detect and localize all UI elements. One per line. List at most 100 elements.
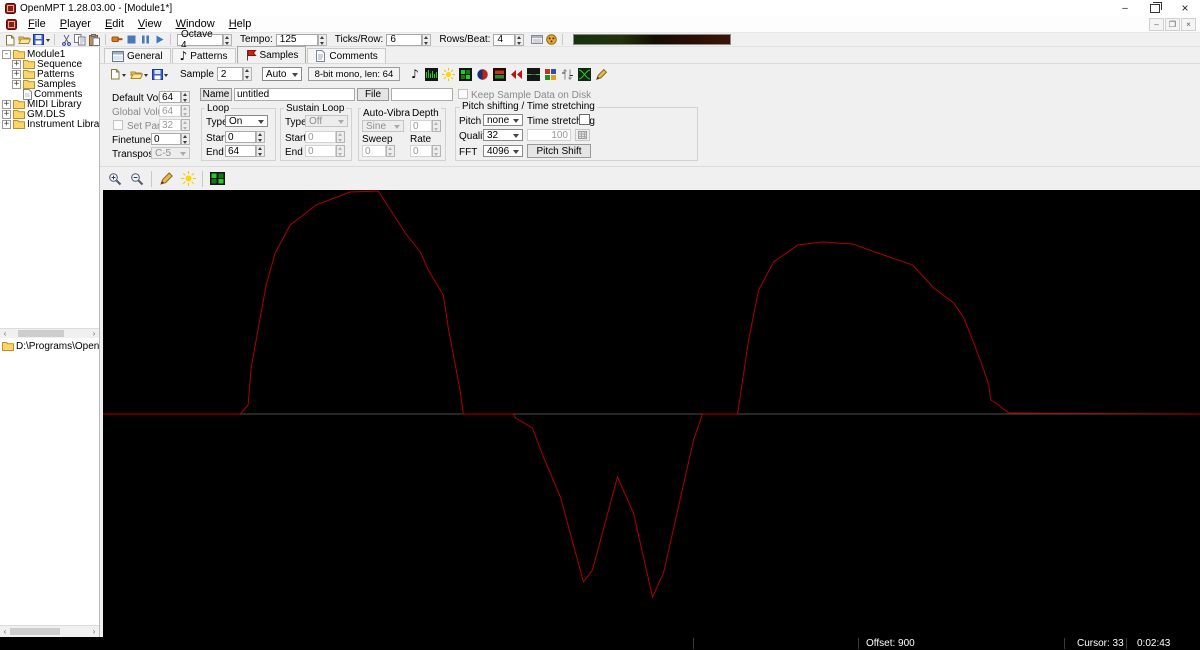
keyboard-window-button[interactable]	[530, 33, 544, 46]
tree-item-module1[interactable]: - Module1	[0, 49, 99, 60]
file-button[interactable]: File	[357, 88, 389, 101]
loop-type-combo[interactable]: On	[225, 115, 268, 127]
new-dropdown-arrow-icon[interactable]	[46, 39, 50, 44]
rows-spinner[interactable]	[515, 33, 525, 46]
default-volume-field[interactable]: 64	[159, 91, 181, 103]
file-input[interactable]	[391, 88, 453, 101]
sun-big-button[interactable]	[178, 169, 198, 189]
mdi-document-icon[interactable]	[6, 18, 17, 30]
reverse-button[interactable]	[510, 66, 524, 83]
default-volume-spinner[interactable]	[181, 91, 190, 103]
amplify-button[interactable]	[476, 66, 490, 83]
expand-icon[interactable]: +	[12, 79, 21, 89]
fft-combo[interactable]: 4096	[483, 145, 523, 157]
expand-icon[interactable]: +	[2, 99, 11, 109]
tree-item-midi-library[interactable]: + MIDI Library	[0, 99, 99, 110]
tempo-field[interactable]: 125	[275, 33, 318, 46]
scroll-thumb[interactable]	[18, 330, 64, 337]
expand-icon[interactable]: +	[12, 69, 21, 79]
save-button[interactable]	[152, 66, 168, 83]
close-button[interactable]: ×	[1170, 0, 1200, 16]
tree-item-comments[interactable]: Comments	[0, 88, 99, 100]
tempo-spinner[interactable]	[317, 33, 327, 46]
player-setup-button[interactable]	[110, 33, 124, 46]
menu-file[interactable]: File	[21, 17, 53, 31]
rows-field[interactable]: 4	[493, 33, 516, 46]
zoom-combo[interactable]: Auto	[261, 67, 302, 81]
name-button[interactable]: Name	[200, 88, 232, 101]
adjust-button[interactable]	[561, 66, 575, 83]
xfade-button[interactable]	[578, 66, 592, 83]
expand-icon[interactable]: +	[2, 119, 11, 129]
new-file-button[interactable]	[3, 33, 17, 46]
open-folder-button[interactable]	[17, 33, 31, 46]
minimize-button[interactable]: –	[1110, 0, 1140, 16]
scroll-left-icon[interactable]: ‹	[0, 329, 10, 338]
pitch-combo[interactable]: none	[483, 114, 523, 126]
keep-on-disk-checkbox[interactable]	[458, 89, 468, 99]
waveform-display[interactable]	[103, 190, 1200, 637]
octave-spinner[interactable]	[223, 33, 232, 46]
octave-field[interactable]: Octave 4	[177, 29, 223, 51]
chip-green-button[interactable]	[459, 66, 473, 83]
copy-button[interactable]	[73, 33, 87, 46]
zoom-out-button[interactable]	[127, 169, 147, 189]
tree-item-gm-dls[interactable]: + GM.DLS	[0, 109, 99, 120]
scroll-right-icon[interactable]: ›	[89, 627, 99, 636]
set-pan-checkbox[interactable]	[113, 120, 123, 130]
scroll-thumb[interactable]	[10, 627, 60, 636]
pencil-big-button[interactable]	[156, 169, 176, 189]
menu-player[interactable]: Player	[53, 17, 98, 31]
stop-button[interactable]	[124, 33, 138, 46]
collapse-icon[interactable]: -	[2, 49, 11, 59]
library-path-item[interactable]: D:\Programs\OpenMPT\Ex	[0, 341, 99, 352]
scroll-left-icon[interactable]: ‹	[0, 627, 10, 636]
scroll-right-icon[interactable]: ›	[89, 329, 99, 338]
tree-item-sequence[interactable]: + Sequence	[0, 59, 99, 70]
pencil-button[interactable]	[595, 66, 609, 83]
zoom-in-button[interactable]	[105, 169, 125, 189]
save-button[interactable]	[31, 33, 45, 46]
loop-start-spinner[interactable]	[256, 131, 265, 143]
sample-number-spinner[interactable]	[242, 67, 252, 81]
expand-icon[interactable]: +	[2, 109, 11, 119]
updown-button[interactable]	[493, 66, 507, 83]
dropdown-arrow-icon[interactable]	[122, 73, 126, 79]
expand-icon[interactable]: +	[12, 59, 21, 69]
grid-green-button[interactable]	[207, 169, 227, 189]
play-button[interactable]	[152, 33, 166, 46]
mdi-restore-button[interactable]: ❐	[1165, 17, 1180, 31]
dropdown-arrow-icon[interactable]	[164, 73, 168, 79]
name-input[interactable]: untitled	[234, 88, 355, 101]
note-button[interactable]: ♪	[408, 66, 422, 83]
pitch-shift-button[interactable]: Pitch Shift	[527, 144, 591, 158]
library-hscrollbar[interactable]: ‹ ›	[0, 625, 99, 637]
tab-general[interactable]: General	[104, 48, 171, 63]
dropdown-arrow-icon[interactable]	[144, 73, 148, 79]
tree-hscrollbar[interactable]: ‹ ›	[0, 328, 99, 338]
midi-plug-button[interactable]	[544, 33, 558, 46]
mdi-minimize-button[interactable]: –	[1149, 17, 1164, 31]
silence-button[interactable]	[527, 66, 541, 83]
pause-button[interactable]	[138, 33, 152, 46]
loop-end-field[interactable]: 64	[225, 145, 256, 157]
time-stretching-checkbox[interactable]	[579, 114, 590, 125]
finetune-spinner[interactable]	[181, 133, 190, 145]
tab-samples[interactable]: Samples	[236, 46, 307, 63]
finetune-field[interactable]: 0	[151, 133, 181, 145]
cut-button[interactable]	[59, 33, 73, 46]
loop-start-field[interactable]: 0	[225, 131, 256, 143]
sample-number-field[interactable]: 2	[216, 67, 243, 81]
open-folder-button[interactable]	[130, 66, 148, 83]
quality-combo[interactable]: 32	[483, 129, 523, 141]
tree-item-samples[interactable]: + Samples	[0, 79, 99, 90]
wave-green-button[interactable]	[425, 66, 439, 83]
paste-button[interactable]	[87, 33, 101, 46]
ticks-field[interactable]: 6	[386, 33, 423, 46]
tree-item-patterns[interactable]: + Patterns	[0, 69, 99, 80]
sun-button[interactable]	[442, 66, 456, 83]
new-file-button[interactable]	[110, 66, 126, 83]
tab-comments[interactable]: Comments	[307, 48, 386, 63]
restore-button[interactable]	[1140, 0, 1170, 16]
menu-edit[interactable]: Edit	[98, 17, 131, 31]
